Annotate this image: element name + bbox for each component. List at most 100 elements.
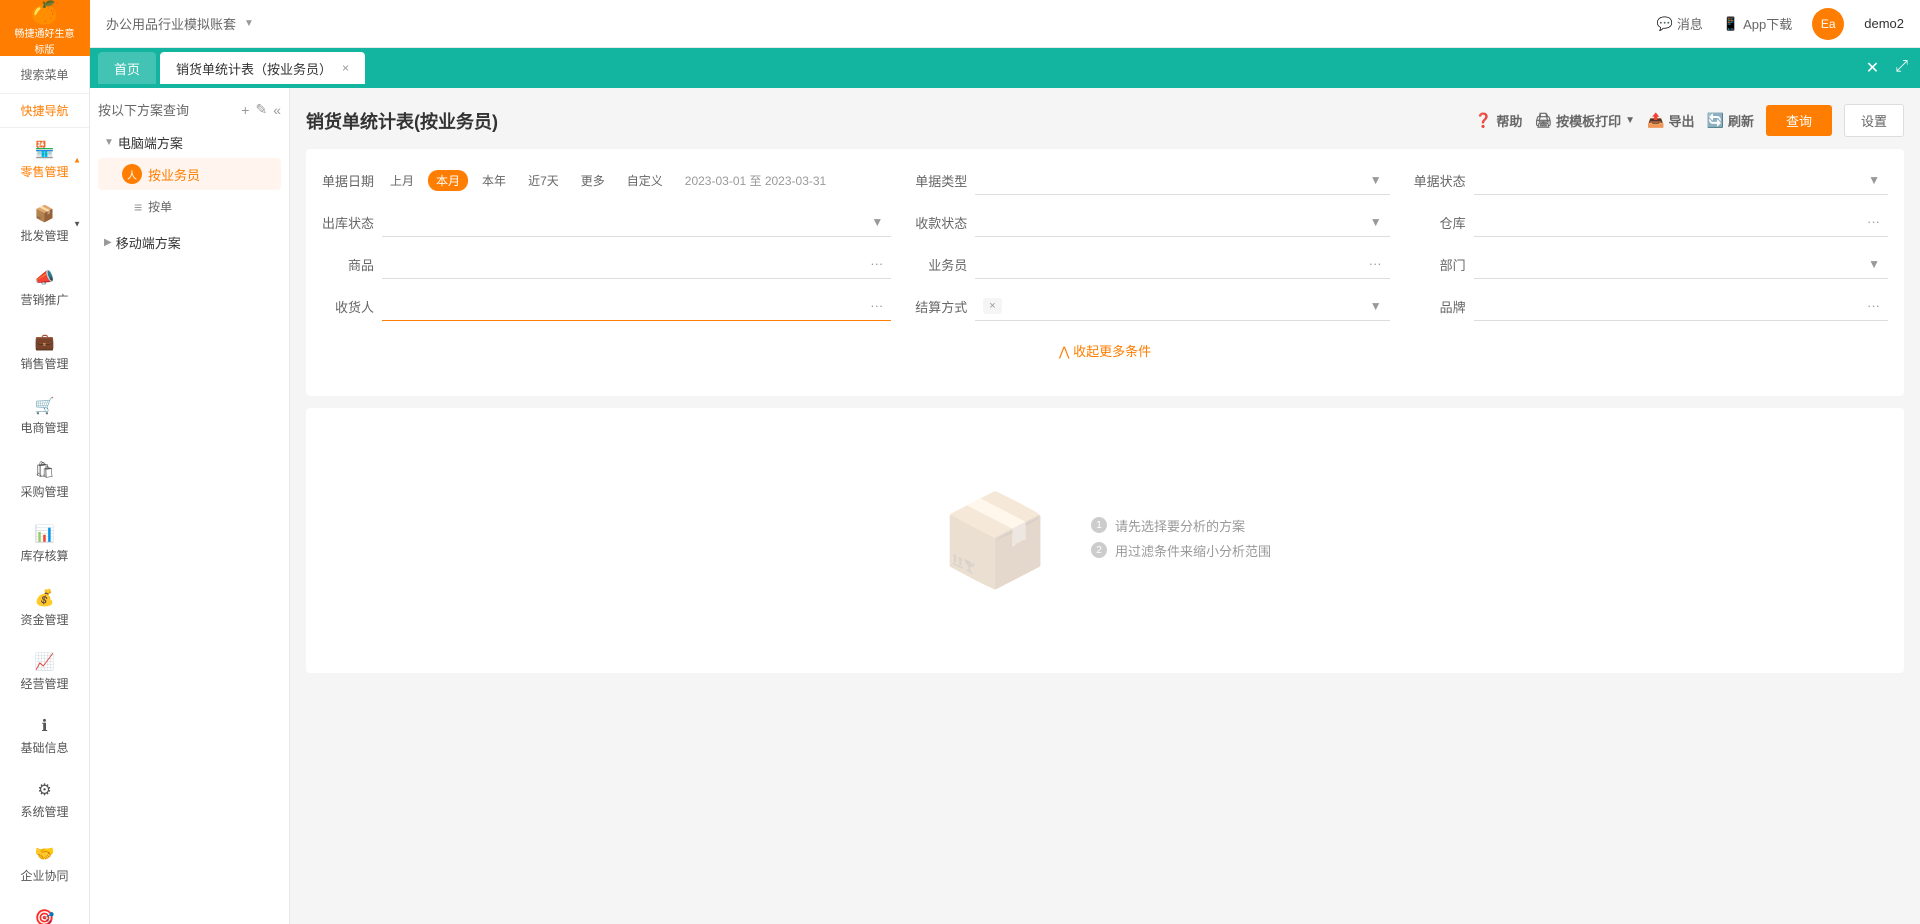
main-panel: 销货单统计表(按业务员) ❓ 帮助 🖨 按模板打印 ▼ 📤 导出	[290, 88, 1920, 924]
receipt-status-label: 收款状态	[915, 213, 975, 232]
add-scheme-btn[interactable]: +	[241, 102, 249, 118]
sidebar-item-retail-label: 零售管理	[20, 165, 68, 179]
settlement-arrow: ▼	[1370, 299, 1382, 313]
workspace-dropdown-arrow[interactable]: ▼	[244, 18, 254, 29]
scheme-salesman-label: 按业务员	[148, 165, 200, 184]
settlement-tag-close[interactable]: ×	[989, 300, 995, 312]
sidebar-item-basic[interactable]: ℹ 基础信息	[0, 704, 89, 768]
tab-home[interactable]: 首页	[98, 52, 156, 84]
tab-sales-report-label: 销货单统计表（按业务员）	[176, 59, 332, 78]
collapse-bar[interactable]: ⋀ 收起更多条件	[322, 333, 1888, 368]
avatar[interactable]: Ea	[1812, 8, 1844, 40]
salesman-label: 业务员	[915, 255, 975, 274]
app-logo[interactable]: 🍊 畅捷通好生意 标版	[0, 0, 90, 56]
sidebar-item-retail[interactable]: 🏪 零售管理	[0, 128, 89, 192]
date-btn-more[interactable]: 更多	[573, 170, 613, 191]
empty-tip-1: 1 请先选择要分析的方案	[1091, 516, 1271, 535]
scheme-item-salesman[interactable]: 人 按业务员	[98, 158, 281, 190]
sidebar-item-wholesale-label: 批发管理	[20, 229, 68, 243]
sidebar-item-purchase[interactable]: 🛍 采购管理	[0, 448, 89, 512]
bill-status-label: 单据状态	[1414, 171, 1474, 190]
sidebar-quick-nav[interactable]: 快捷导航	[0, 94, 89, 128]
empty-tip-2: 2 用过滤条件来缩小分析范围	[1091, 541, 1271, 560]
brand-label: 品牌	[1414, 297, 1474, 316]
empty-tip-2-text: 用过滤条件来缩小分析范围	[1115, 541, 1271, 560]
tab-sales-report[interactable]: 销货单统计表（按业务员） ×	[160, 52, 365, 84]
edit-scheme-btn[interactable]: ✎	[255, 101, 267, 118]
brand-dots[interactable]: ···	[1867, 298, 1880, 313]
goods-select[interactable]: ···	[382, 249, 891, 279]
bill-type-select[interactable]: ▼	[975, 165, 1389, 195]
sidebar-item-cooperation[interactable]: 🤝 企业协同	[0, 832, 89, 896]
dept-select[interactable]: ▼	[1474, 249, 1888, 279]
dept-arrow: ▼	[1868, 257, 1880, 271]
help-btn[interactable]: ❓ 帮助	[1475, 111, 1522, 130]
date-btn-this-month[interactable]: 本月	[428, 170, 468, 191]
sidebar-item-basic-label: 基础信息	[20, 741, 68, 755]
sidebar-item-marketing[interactable]: 📣 营销推广	[0, 256, 89, 320]
scheme-bill-icon: ≡	[134, 199, 142, 215]
settlement-select[interactable]: × ▼	[975, 291, 1389, 321]
date-filter-options: 上月 本月 本年 近7天 更多 自定义 2023-03-01 至 2023-03…	[382, 170, 826, 191]
mobile-scheme-group-header[interactable]: ▶ 移动端方案	[98, 229, 281, 256]
warehouse-select[interactable]: ···	[1474, 207, 1888, 237]
filter-row-4: 收货人 ··· 结算方式 × ▼	[322, 291, 1888, 321]
tab-close-btn[interactable]: ×	[342, 61, 349, 75]
sidebar-item-ecommerce[interactable]: 🛒 电商管理	[0, 384, 89, 448]
settings-btn[interactable]: 设置	[1844, 104, 1904, 137]
content-area: 按以下方案查询 + ✎ « ▼ 电脑端方案 人 按业务员 ≡	[90, 88, 1920, 924]
export-label: 导出	[1669, 111, 1695, 130]
consignee-input[interactable]: ···	[382, 291, 891, 321]
consignee-dots[interactable]: ···	[870, 298, 883, 313]
empty-illustration: 📦	[939, 488, 1051, 593]
sidebar-item-finance[interactable]: 💰 资金管理	[0, 576, 89, 640]
pc-group-label: 电脑端方案	[118, 133, 183, 152]
sidebar-item-wholesale[interactable]: 📦 批发管理	[0, 192, 89, 256]
bill-type-label: 单据类型	[915, 171, 975, 190]
brand-select[interactable]: ···	[1474, 291, 1888, 321]
purchase-icon: 🛍	[0, 460, 89, 480]
tab-close-all-btn[interactable]: ✕	[1862, 54, 1883, 82]
finance-icon: 💰	[0, 588, 89, 608]
collapse-icon: ⋀	[1059, 344, 1070, 359]
goods-label: 商品	[322, 255, 382, 274]
sidebar-item-inventory[interactable]: 📊 库存核算	[0, 512, 89, 576]
tab-expand-btn[interactable]: ⤢	[1891, 54, 1912, 82]
scheme-item-bill[interactable]: ≡ 按单	[98, 192, 281, 221]
pc-scheme-group-header[interactable]: ▼ 电脑端方案	[98, 129, 281, 156]
print-dropdown-arrow[interactable]: ▼	[1625, 115, 1635, 126]
sidebar-item-ecommerce-label: 电商管理	[20, 421, 68, 435]
goods-dots[interactable]: ···	[870, 256, 883, 271]
salesman-dots[interactable]: ···	[1369, 256, 1382, 271]
query-btn[interactable]: 查询	[1766, 105, 1832, 136]
workspace-selector[interactable]: 办公用品行业模拟账套 ▼	[106, 14, 254, 33]
date-btn-7days[interactable]: 近7天	[520, 170, 567, 191]
sidebar-item-newbie[interactable]: 🎯 新手引导	[0, 896, 89, 924]
receipt-status-arrow: ▼	[1370, 215, 1382, 229]
sidebar-item-sales[interactable]: 💼 销售管理	[0, 320, 89, 384]
message-btn[interactable]: 💬 消息	[1657, 14, 1703, 33]
out-status-arrow: ▼	[871, 215, 883, 229]
print-btn[interactable]: 🖨 按模板打印 ▼	[1534, 111, 1635, 130]
side-panel-title: 按以下方案查询	[98, 100, 189, 119]
sidebar-item-system[interactable]: ⚙ 系统管理	[0, 768, 89, 832]
receipt-status-select[interactable]: ▼	[975, 207, 1389, 237]
date-btn-last-month[interactable]: 上月	[382, 170, 422, 191]
collapse-panel-btn[interactable]: «	[273, 102, 281, 118]
warehouse-dots[interactable]: ···	[1867, 214, 1880, 229]
sidebar-item-operations[interactable]: 📈 经营管理	[0, 640, 89, 704]
bill-status-select[interactable]: ▼	[1474, 165, 1888, 195]
salesman-select[interactable]: ···	[975, 249, 1389, 279]
sidebar-search[interactable]: 搜索菜单	[0, 56, 89, 94]
marketing-icon: 📣	[0, 268, 89, 288]
export-btn[interactable]: 📤 导出	[1647, 111, 1694, 130]
date-btn-this-year[interactable]: 本年	[474, 170, 514, 191]
refresh-btn[interactable]: 🔄 刷新	[1707, 111, 1754, 130]
pc-scheme-group: ▼ 电脑端方案 人 按业务员 ≡ 按单	[98, 129, 281, 221]
mobile-group-label: 移动端方案	[116, 233, 181, 252]
app-download-btn[interactable]: 📱 App下载	[1723, 14, 1792, 33]
filter-row-1: 单据日期 上月 本月 本年 近7天 更多 自定义 2023-03-01 至 20…	[322, 165, 1888, 195]
out-status-select[interactable]: ▼	[382, 207, 891, 237]
cooperation-icon: 🤝	[0, 844, 89, 864]
date-btn-custom[interactable]: 自定义	[619, 170, 671, 191]
